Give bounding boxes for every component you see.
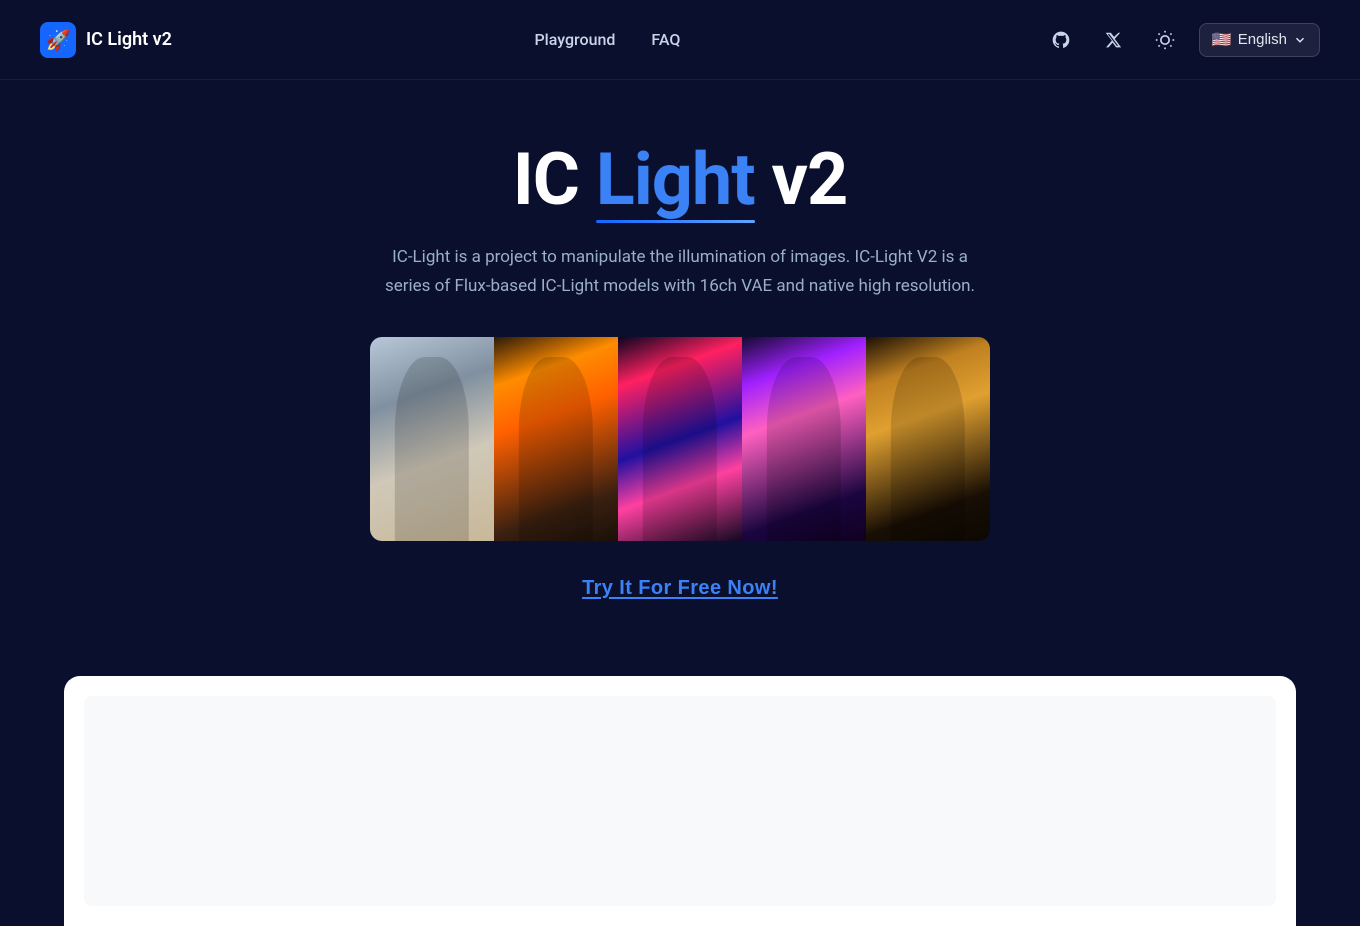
demo-image-2 bbox=[494, 337, 618, 541]
demo-image-4 bbox=[742, 337, 866, 541]
demo-image-strip bbox=[370, 337, 990, 541]
twitter-button[interactable] bbox=[1095, 22, 1131, 58]
title-highlight: Light bbox=[596, 140, 755, 219]
twitter-x-icon bbox=[1104, 31, 1122, 49]
nav-links: Playground FAQ bbox=[534, 30, 680, 49]
hero-title: IC Light v2 bbox=[513, 140, 848, 219]
nav-link-faq[interactable]: FAQ bbox=[651, 30, 680, 49]
nav-actions: 🇺🇸 English bbox=[1043, 22, 1320, 58]
logo-icon: 🚀 bbox=[40, 22, 76, 58]
demo-image-5 bbox=[866, 337, 990, 541]
playground-section bbox=[64, 676, 1296, 926]
chevron-down-icon bbox=[1293, 33, 1307, 47]
hero-section: IC Light v2 IC-Light is a project to man… bbox=[0, 80, 1360, 676]
demo-image-3 bbox=[618, 337, 742, 541]
language-label: English bbox=[1238, 31, 1287, 48]
hero-description: IC-Light is a project to manipulate the … bbox=[380, 243, 980, 301]
sun-icon bbox=[1155, 30, 1175, 50]
logo-rocket: 🚀 bbox=[46, 28, 71, 52]
flag-icon: 🇺🇸 bbox=[1212, 30, 1232, 50]
github-icon bbox=[1051, 30, 1071, 50]
title-suffix: v2 bbox=[755, 137, 848, 222]
logo-text: IC Light v2 bbox=[86, 29, 172, 50]
logo-area: 🚀 IC Light v2 bbox=[40, 22, 172, 58]
cta-button[interactable]: Try It For Free Now! bbox=[582, 577, 778, 600]
github-button[interactable] bbox=[1043, 22, 1079, 58]
theme-toggle-button[interactable] bbox=[1147, 22, 1183, 58]
nav-link-playground[interactable]: Playground bbox=[534, 30, 615, 49]
playground-content bbox=[84, 696, 1276, 906]
demo-image-1 bbox=[370, 337, 494, 541]
title-prefix: IC bbox=[513, 137, 596, 222]
language-selector[interactable]: 🇺🇸 English bbox=[1199, 23, 1320, 57]
navbar: 🚀 IC Light v2 Playground FAQ bbox=[0, 0, 1360, 80]
